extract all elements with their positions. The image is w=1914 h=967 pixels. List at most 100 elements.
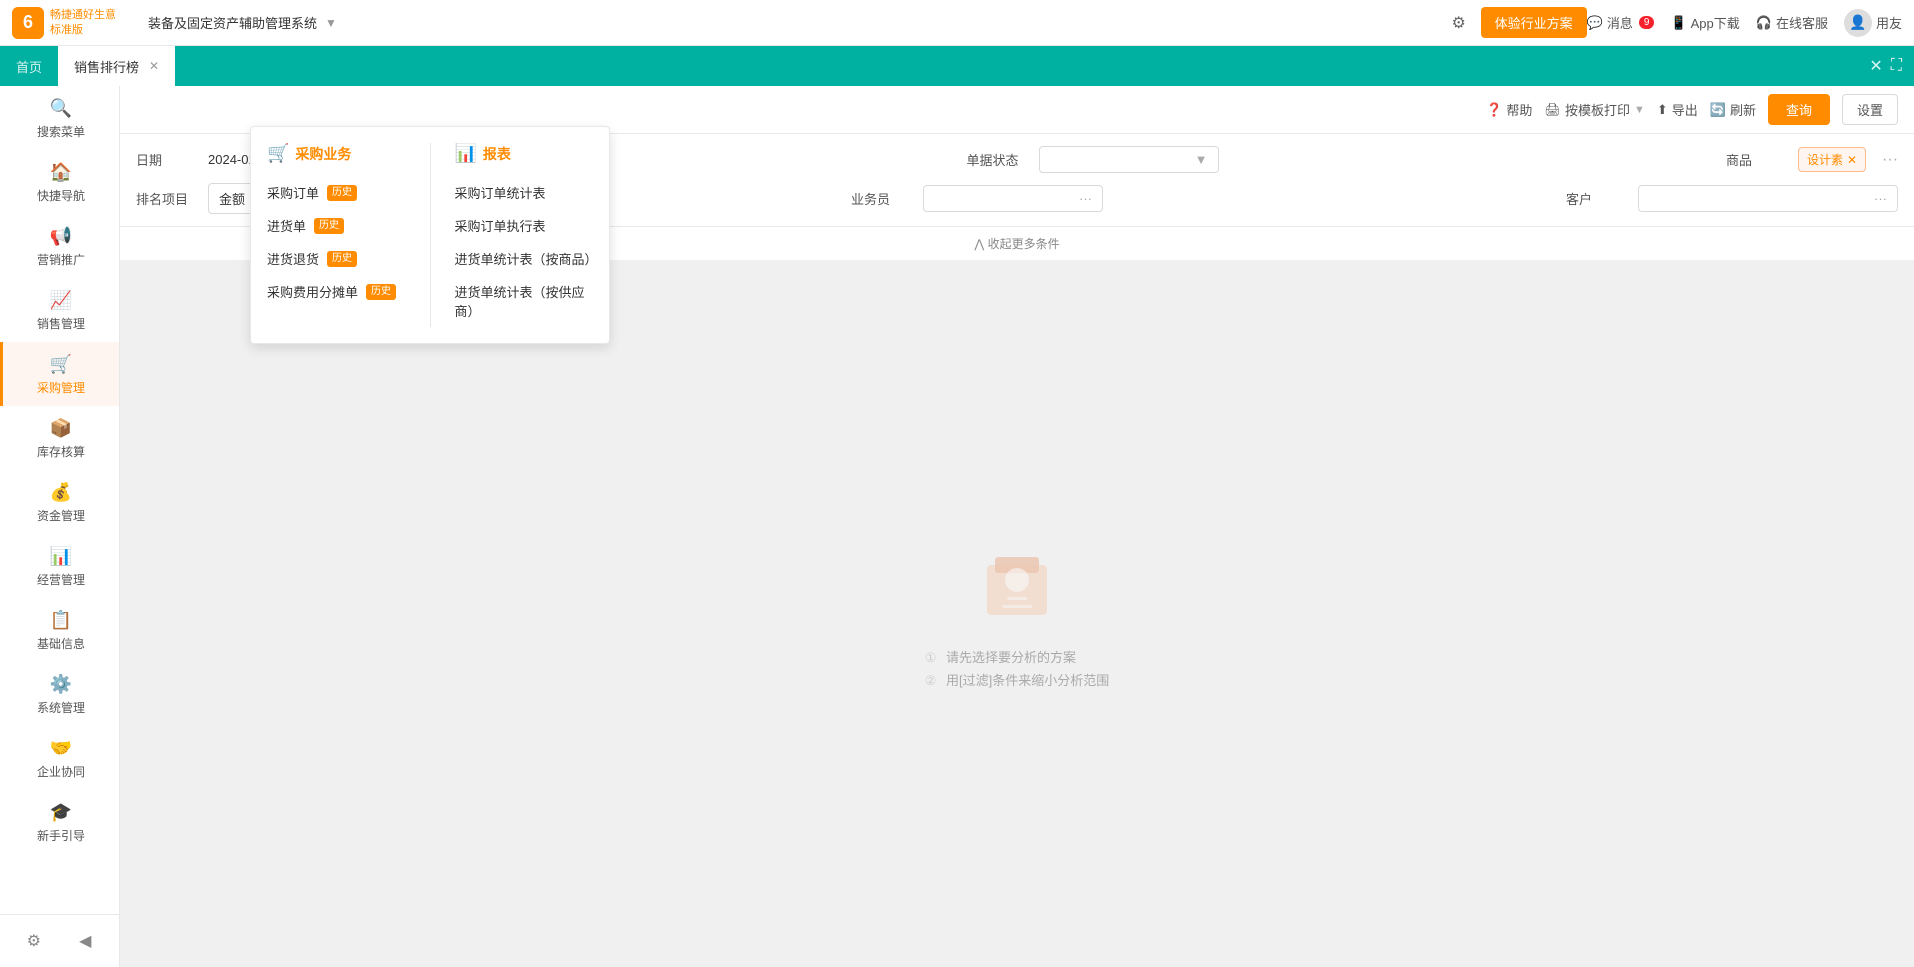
purchase-col-title: 🛒 采购业务 xyxy=(267,143,406,164)
user-item[interactable]: 👤 用友 xyxy=(1844,9,1902,37)
report-col-icon: 📊 xyxy=(455,143,477,164)
salesperson-select[interactable]: ··· xyxy=(923,185,1103,212)
enterprise-icon: 🤝 xyxy=(50,738,72,759)
dropdown-item-incoming[interactable]: 进货单 历史 xyxy=(267,209,406,242)
sidebar-item-enterprise[interactable]: 🤝 企业协同 xyxy=(0,726,119,790)
system-icon: ⚙️ xyxy=(50,674,72,695)
sidebar: 🔍 搜索菜单 🏠 快捷导航 📢 营销推广 📈 销售管理 🛒 采购管理 📦 库存核… xyxy=(0,86,120,967)
empty-tip-1: ① 请先选择要分析的方案 xyxy=(925,647,1110,666)
sidebar-item-quick-nav[interactable]: 🏠 快捷导航 xyxy=(0,150,119,214)
tab-close-all-icon[interactable]: ✕ xyxy=(1869,56,1882,76)
tab-bar-end: ✕ ⛶ xyxy=(1869,46,1914,86)
tab-home[interactable]: 首页 xyxy=(0,46,58,86)
app-download-item[interactable]: 📱 App下载 xyxy=(1670,13,1739,32)
goods-tag-remove[interactable]: ✕ xyxy=(1847,153,1857,167)
system-name: 装备及固定资产辅助管理系统 ▼ xyxy=(148,13,1441,32)
sidebar-bottom: ⚙ ◀ xyxy=(0,914,119,967)
marketing-icon: 📢 xyxy=(50,226,72,247)
sidebar-item-system[interactable]: ⚙️ 系统管理 xyxy=(0,662,119,726)
dropdown-item-purchase-order[interactable]: 采购订单 历史 xyxy=(267,176,406,209)
purchase-icon: 🛒 xyxy=(50,354,72,375)
empty-state: ① 请先选择要分析的方案 ② 用[过滤]条件来缩小分析范围 xyxy=(120,260,1914,967)
customer-label: 客户 xyxy=(1566,189,1626,208)
refresh-btn[interactable]: 🔄 刷新 xyxy=(1710,100,1756,119)
operations-icon: 📊 xyxy=(50,546,72,567)
phone-icon: 📱 xyxy=(1670,15,1686,31)
collapse-icon: ⋀ xyxy=(974,237,984,251)
sidebar-item-sales[interactable]: 📈 销售管理 xyxy=(0,278,119,342)
inventory-icon: 📦 xyxy=(50,418,72,439)
sidebar-item-guide[interactable]: 🎓 新手引导 xyxy=(0,790,119,854)
sidebar-item-finance[interactable]: 💰 资金管理 xyxy=(0,470,119,534)
empty-illustration xyxy=(967,535,1067,635)
print-template-btn[interactable]: 🖨 按模板打印 ▼ xyxy=(1544,100,1644,119)
customer-select[interactable]: ··· xyxy=(1638,185,1898,212)
system-dropdown-arrow[interactable]: ▼ xyxy=(325,16,337,30)
purchase-dropdown-menu: 🛒 采购业务 采购订单 历史 进货单 历史 进货退货 历史 采购费用分摊单 xyxy=(250,126,610,344)
home-icon: 🏠 xyxy=(50,162,72,183)
empty-tips: ① 请先选择要分析的方案 ② 用[过滤]条件来缩小分析范围 xyxy=(925,647,1110,693)
settings-button[interactable]: 设置 xyxy=(1842,94,1898,125)
history-badge-1: 历史 xyxy=(314,218,344,234)
refresh-icon: 🔄 xyxy=(1710,102,1726,118)
history-badge-3: 历史 xyxy=(366,284,396,300)
sidebar-item-operations[interactable]: 📊 经营管理 xyxy=(0,534,119,598)
help-icon: ❓ xyxy=(1486,102,1502,118)
sidebar-item-purchase[interactable]: 🛒 采购管理 xyxy=(0,342,119,406)
rank-item-label: 排名项目 xyxy=(136,189,196,208)
date-label: 日期 xyxy=(136,150,196,169)
sidebar-settings-btn[interactable]: ⚙ xyxy=(12,927,56,955)
messages-item[interactable]: 💬 消息 9 xyxy=(1587,13,1655,32)
doc-status-select[interactable]: ▼ xyxy=(1039,146,1219,173)
dropdown-item-incoming-stats-goods[interactable]: 进货单统计表（按商品） xyxy=(455,242,594,275)
sidebar-item-search[interactable]: 🔍 搜索菜单 xyxy=(0,86,119,150)
report-col: 📊 报表 采购订单统计表 采购订单执行表 进货单统计表（按商品） 进货单统计表（… xyxy=(455,143,594,327)
dropdown-item-incoming-stats-supplier[interactable]: 进货单统计表（按供应商） xyxy=(455,275,594,327)
purchase-col: 🛒 采购业务 采购订单 历史 进货单 历史 进货退货 历史 采购费用分摊单 xyxy=(267,143,406,327)
tab-expand-icon[interactable]: ⛶ xyxy=(1891,57,1902,75)
print-dropdown-arrow: ▼ xyxy=(1634,104,1645,116)
finance-icon: 💰 xyxy=(50,482,72,503)
online-service-item[interactable]: 🎧 在线客服 xyxy=(1756,13,1828,32)
dropdown-item-return[interactable]: 进货退货 历史 xyxy=(267,242,406,275)
dropdown-item-expense[interactable]: 采购费用分摊单 历史 xyxy=(267,275,406,308)
goods-label: 商品 xyxy=(1726,150,1786,169)
salesperson-label: 业务员 xyxy=(851,189,911,208)
sidebar-item-inventory[interactable]: 📦 库存核算 xyxy=(0,406,119,470)
dropdown-item-purchase-order-stats[interactable]: 采购订单统计表 xyxy=(455,176,594,209)
goods-dots[interactable]: ··· xyxy=(1882,151,1898,169)
main-layout: 🔍 搜索菜单 🏠 快捷导航 📢 营销推广 📈 销售管理 🛒 采购管理 📦 库存核… xyxy=(0,86,1914,967)
top-header: 6 畅捷通好生意 标准版 装备及固定资产辅助管理系统 ▼ ⚙ 体验行业方案 💬 … xyxy=(0,0,1914,46)
salesperson-arrow: ··· xyxy=(1079,191,1092,206)
sidebar-item-basic-info[interactable]: 📋 基础信息 xyxy=(0,598,119,662)
report-col-title: 📊 报表 xyxy=(455,143,594,164)
empty-tip-2: ② 用[过滤]条件来缩小分析范围 xyxy=(925,670,1110,689)
help-btn[interactable]: ❓ 帮助 xyxy=(1486,100,1532,119)
logo-icon: 6 xyxy=(12,7,44,39)
sidebar-item-marketing[interactable]: 📢 营销推广 xyxy=(0,214,119,278)
customer-arrow: ··· xyxy=(1874,191,1887,206)
history-badge-2: 历史 xyxy=(327,251,357,267)
export-btn[interactable]: ⬆ 导出 xyxy=(1657,100,1698,119)
menu-divider xyxy=(430,143,431,327)
search-icon: 🔍 xyxy=(50,98,72,119)
sales-icon: 📈 xyxy=(50,290,72,311)
tab-close-icon[interactable]: ✕ xyxy=(149,59,159,73)
user-avatar: 👤 xyxy=(1844,9,1872,37)
content-area: ❓ 帮助 🖨 按模板打印 ▼ ⬆ 导出 🔄 刷新 查询 设置 xyxy=(120,86,1914,967)
basic-info-icon: 📋 xyxy=(50,610,72,631)
history-badge-0: 历史 xyxy=(327,185,357,201)
messages-badge: 9 xyxy=(1639,16,1655,29)
query-button[interactable]: 查询 xyxy=(1768,94,1830,125)
dropdown-item-purchase-order-exec[interactable]: 采购订单执行表 xyxy=(455,209,594,242)
tab-sales-rank[interactable]: 销售排行榜 ✕ xyxy=(58,46,175,86)
headset-icon: 🎧 xyxy=(1756,15,1772,31)
goods-tag: 设计素 ✕ xyxy=(1798,147,1866,172)
solution-button[interactable]: 体验行业方案 xyxy=(1481,7,1587,38)
settings-icon[interactable]: ⚙ xyxy=(1445,9,1473,37)
sidebar-collapse-btn[interactable]: ◀ xyxy=(64,927,108,955)
doc-status-arrow: ▼ xyxy=(1195,152,1208,167)
logo-area: 6 畅捷通好生意 标准版 xyxy=(12,7,132,39)
purchase-col-icon: 🛒 xyxy=(267,143,289,164)
logo-text: 畅捷通好生意 标准版 xyxy=(50,8,116,37)
